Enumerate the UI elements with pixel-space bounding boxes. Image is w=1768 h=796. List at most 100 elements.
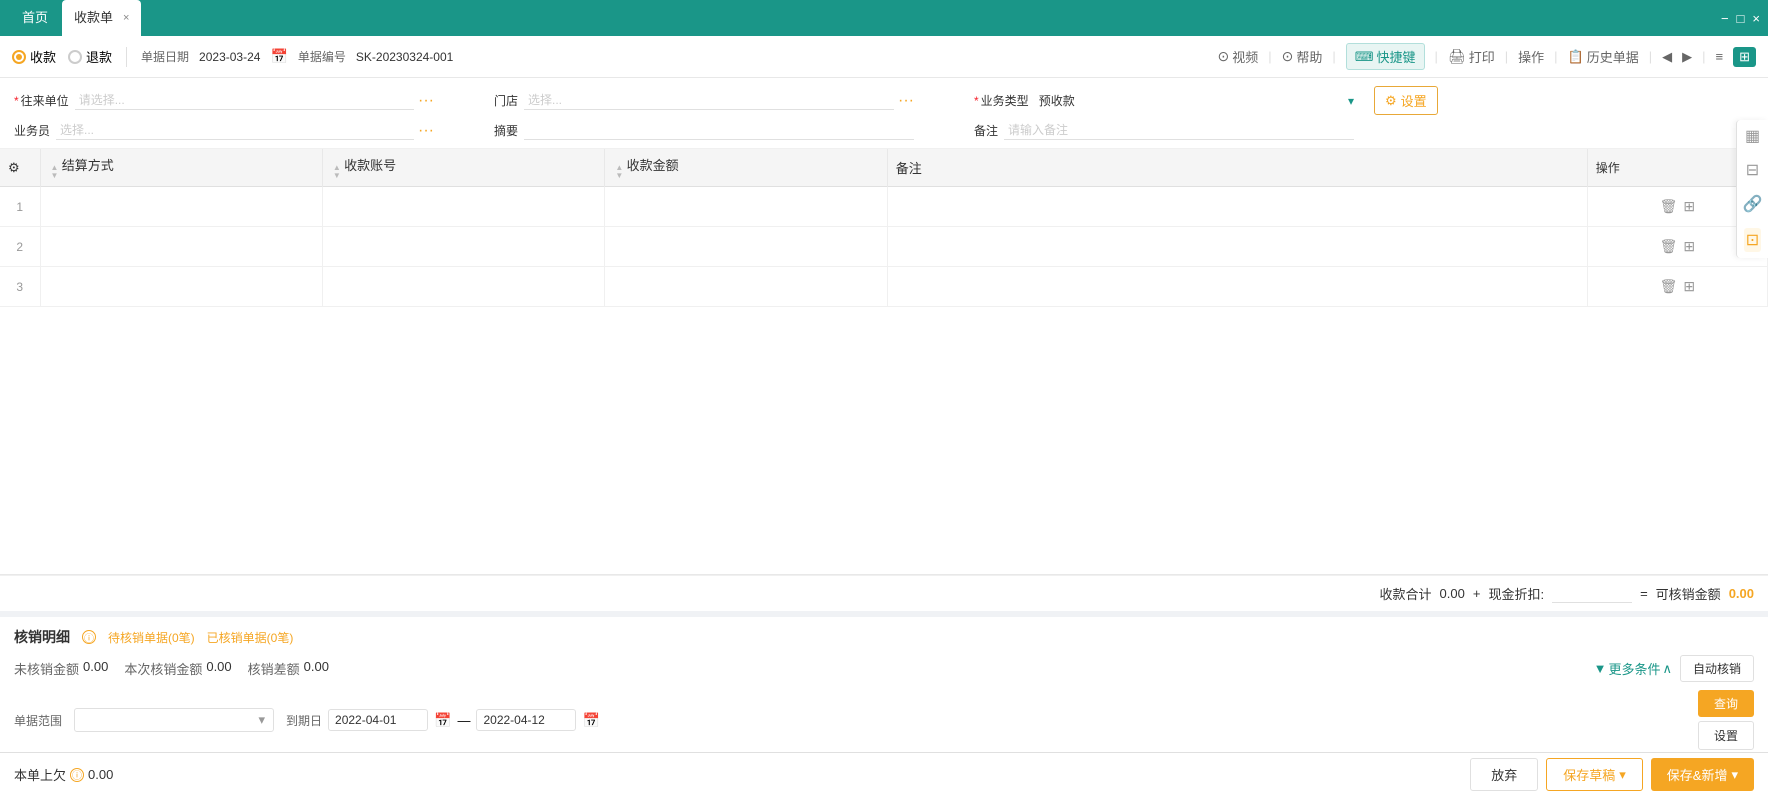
this-order-icon[interactable]: ⓘ <box>70 768 84 782</box>
counterpart-more-icon[interactable]: ··· <box>418 92 434 110</box>
table-row: 3 🗑 ⊞ <box>0 267 1768 307</box>
bottom-info: 本单上欠 ⓘ 0.00 <box>14 765 113 784</box>
pending-verify-tab[interactable]: 待核销单据(0笔) <box>108 629 195 646</box>
row-2-amount[interactable] <box>605 227 887 267</box>
auto-verify-button[interactable]: 自动核销 <box>1680 655 1754 682</box>
discount-input[interactable] <box>1552 584 1632 603</box>
row-1-amount[interactable] <box>605 187 887 227</box>
range-label: 单据范围 <box>14 712 62 729</box>
current-verify-label: 本次核销金额 <box>124 659 202 678</box>
net-value: 0.00 <box>1729 586 1754 601</box>
nav-next-icon: ▶ <box>1682 49 1692 65</box>
row-2-settlement[interactable] <box>40 227 322 267</box>
shop-input[interactable] <box>524 91 894 110</box>
salesperson-input[interactable] <box>56 121 414 140</box>
close-icon[interactable]: × <box>1752 11 1760 26</box>
summary-row: 收款合计 0.00 + 现金折扣: = 可核销金额 0.00 <box>0 575 1768 611</box>
right-panel-icon-3[interactable]: 🔗 <box>1743 194 1763 214</box>
nav-prev-btn[interactable]: ◀ <box>1662 49 1672 65</box>
row-1-note[interactable] <box>887 187 1587 227</box>
settings-button[interactable]: ⚙ 设置 <box>1374 86 1438 115</box>
row-1-settlement[interactable] <box>40 187 322 227</box>
row-3-delete-icon[interactable]: 🗑 <box>1660 278 1678 295</box>
refund-radio-dot <box>68 50 82 64</box>
row-3-account[interactable] <box>322 267 604 307</box>
row-2-note[interactable] <box>887 227 1587 267</box>
shop-more-icon[interactable]: ··· <box>898 92 914 110</box>
right-panel-icon-1[interactable]: ▦ <box>1745 126 1760 146</box>
settlement-sort: ▲▼ <box>51 164 59 180</box>
right-panel-icon-2[interactable]: ⊟ <box>1746 160 1759 180</box>
save-new-dropdown-icon[interactable]: ▾ <box>1731 767 1738 783</box>
calendar-icon[interactable]: 📅 <box>270 48 287 65</box>
row-3-amount[interactable] <box>605 267 887 307</box>
business-type-dropdown-icon[interactable]: ▾ <box>1348 94 1354 108</box>
tab-bar: 首页 收款单 × − □ × <box>0 0 1768 36</box>
history-btn[interactable]: 📋 历史单据 <box>1568 47 1639 66</box>
row-1-copy-icon[interactable]: ⊞ <box>1683 198 1695 215</box>
nav-next-btn[interactable]: ▶ <box>1682 49 1692 65</box>
tab-close-icon[interactable]: × <box>123 0 129 36</box>
row-2-delete-icon[interactable]: 🗑 <box>1660 238 1678 255</box>
row-num-2: 2 <box>0 227 40 267</box>
salesperson-label: 业务员 <box>14 122 50 139</box>
filter-icon: ▼ <box>1594 661 1607 676</box>
tab-current[interactable]: 收款单 × <box>62 0 141 36</box>
range-input[interactable] <box>83 713 254 727</box>
list-view-btn[interactable]: ≡ <box>1716 49 1724 64</box>
video-btn[interactable]: ⊙ 视频 <box>1217 47 1258 66</box>
th-settings[interactable]: ⚙ <box>0 149 40 187</box>
due-date-from-input[interactable] <box>328 709 428 731</box>
operation-btn[interactable]: 操作 <box>1518 47 1544 66</box>
diff-label: 核销差额 <box>248 659 300 678</box>
salesperson-field: 业务员 ··· <box>14 121 434 140</box>
query-button[interactable]: 查询 <box>1698 690 1754 717</box>
counterpart-input[interactable] <box>75 91 414 110</box>
tab-home[interactable]: 首页 <box>8 0 62 36</box>
save-new-button[interactable]: 保存&新增 ▾ <box>1651 758 1754 791</box>
right-panel: ▦ ⊟ 🔗 ⊡ <box>1736 120 1768 258</box>
note-field: 备注 <box>974 121 1354 140</box>
date-range: 到期日 📅 — 📅 <box>286 709 600 731</box>
to-calendar-icon[interactable]: 📅 <box>582 712 599 729</box>
from-calendar-icon[interactable]: 📅 <box>434 712 451 729</box>
row-2-account[interactable] <box>322 227 604 267</box>
range-dropdown-icon[interactable]: ▾ <box>258 712 265 728</box>
summary-input[interactable] <box>524 121 914 140</box>
more-conditions-btn[interactable]: ▼ 更多条件 ∧ <box>1594 659 1672 678</box>
shortcut-btn[interactable]: ⌨ 快捷键 <box>1346 43 1425 70</box>
date-range-dash: — <box>457 713 470 728</box>
grid-view-btn[interactable]: ⊞ <box>1733 47 1756 67</box>
minimize-icon[interactable]: − <box>1721 11 1729 26</box>
receipt-radio[interactable]: 收款 <box>12 47 56 66</box>
due-date-to-input[interactable] <box>476 709 576 731</box>
counterpart-label: 往来单位 <box>14 92 69 109</box>
row-3-settlement[interactable] <box>40 267 322 307</box>
verify-settings-button[interactable]: 设置 <box>1698 721 1754 750</box>
verify-header: 核销明细 ⓘ 待核销单据(0笔) 已核销单据(0笔) <box>14 627 1754 647</box>
note-input[interactable] <box>1004 121 1354 140</box>
salesperson-more-icon[interactable]: ··· <box>418 122 434 140</box>
row-2-copy-icon[interactable]: ⊞ <box>1683 238 1695 255</box>
unverified-label: 未核销金额 <box>14 659 79 678</box>
save-draft-button[interactable]: 保存草稿 ▾ <box>1546 758 1643 791</box>
form-section: 往来单位 ··· 门店 ··· 业务类型 预收款 ▾ ⚙ 设置 <box>0 78 1768 149</box>
help-btn[interactable]: ⊙ 帮助 <box>1282 47 1323 66</box>
verify-title: 核销明细 <box>14 627 70 647</box>
video-icon: ⊙ <box>1217 48 1229 65</box>
abandon-button[interactable]: 放弃 <box>1470 758 1538 791</box>
refund-radio[interactable]: 退款 <box>68 47 112 66</box>
print-btn[interactable]: 🖨 打印 <box>1448 47 1495 66</box>
verify-info-icon[interactable]: ⓘ <box>82 630 96 644</box>
row-1-delete-icon[interactable]: 🗑 <box>1660 198 1678 215</box>
this-order-value: 0.00 <box>88 767 113 782</box>
row-3-note[interactable] <box>887 267 1587 307</box>
row-1-account[interactable] <box>322 187 604 227</box>
right-panel-icon-4[interactable]: ⊡ <box>1744 228 1761 252</box>
done-verify-tab[interactable]: 已核销单据(0笔) <box>207 629 294 646</box>
help-icon: ⊙ <box>1282 48 1294 65</box>
maximize-icon[interactable]: □ <box>1737 11 1745 26</box>
total-value: 0.00 <box>1440 586 1465 601</box>
row-3-copy-icon[interactable]: ⊞ <box>1683 278 1695 295</box>
save-draft-dropdown-icon[interactable]: ▾ <box>1619 767 1626 783</box>
